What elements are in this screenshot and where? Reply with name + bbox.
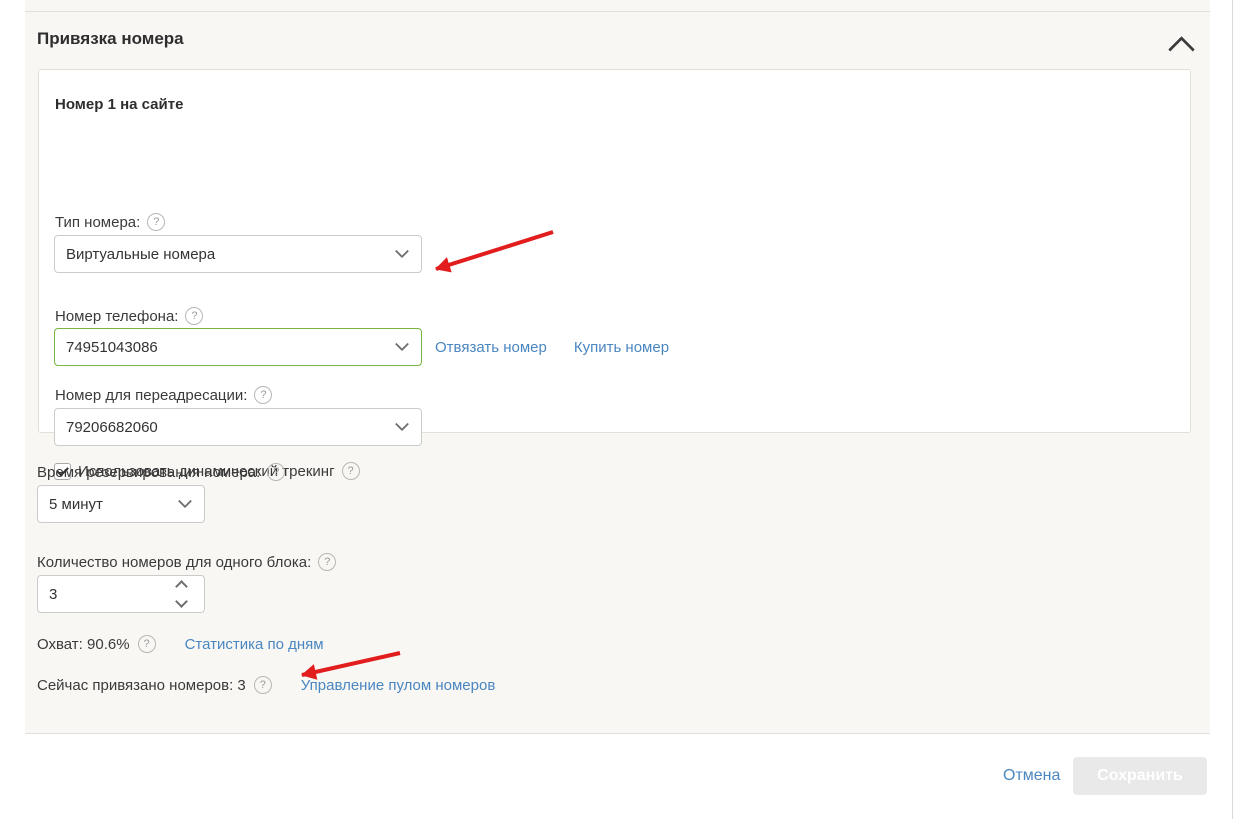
help-icon[interactable]: ? bbox=[147, 213, 166, 231]
reserve-time-label-row: Время резервирования номера: ? bbox=[37, 463, 286, 481]
card-title: Номер 1 на сайте bbox=[55, 96, 184, 113]
chevron-down-icon bbox=[394, 244, 410, 259]
section-title: Привязка номера bbox=[37, 29, 184, 48]
number-type-label-row: Тип номера: ? bbox=[55, 213, 166, 231]
phone-number-label: Номер телефона: bbox=[55, 307, 179, 325]
chevron-down-icon bbox=[177, 494, 193, 509]
forward-number-label: Номер для переадресации: bbox=[55, 386, 248, 404]
page: { "panel": { "title": "Привязка номера" … bbox=[0, 0, 1239, 819]
help-icon[interactable]: ? bbox=[267, 463, 286, 481]
number-type-label: Тип номера: bbox=[55, 213, 141, 231]
chevron-down-icon bbox=[394, 337, 410, 352]
reserve-time-select[interactable]: 5 минут bbox=[37, 485, 205, 523]
numbers-per-block-field bbox=[37, 575, 205, 613]
site-number-card: Номер 1 на сайте Тип номера: ? Виртуальн… bbox=[38, 69, 1191, 480]
stepper-down-icon[interactable] bbox=[174, 595, 188, 608]
phone-number-select[interactable]: 74951043086 bbox=[54, 328, 422, 366]
unbind-number-link[interactable]: Отвязать номер bbox=[435, 339, 547, 356]
forward-number-select[interactable]: 79206682060 bbox=[54, 408, 422, 446]
forward-number-label-row: Номер для переадресации: ? bbox=[55, 386, 273, 404]
previous-section-bottom bbox=[25, 0, 1210, 12]
help-icon[interactable]: ? bbox=[254, 386, 273, 404]
phone-number-value: 74951043086 bbox=[66, 338, 158, 356]
bound-numbers-row: Сейчас привязано номеров: 3 ? Управление… bbox=[37, 676, 495, 694]
numbers-per-block-label: Количество номеров для одного блока: bbox=[37, 553, 312, 571]
number-type-select[interactable]: Виртуальные номера bbox=[54, 235, 422, 273]
collapse-section-button[interactable] bbox=[1166, 36, 1196, 63]
coverage-label: Охват: 90.6% bbox=[37, 635, 130, 653]
chevron-down-icon bbox=[394, 417, 410, 432]
cancel-button[interactable]: Отмена bbox=[1003, 767, 1060, 785]
number-binding-section: Привязка номера Номер 1 на сайте Тип ном… bbox=[25, 12, 1210, 734]
help-icon[interactable]: ? bbox=[185, 307, 204, 325]
help-icon[interactable]: ? bbox=[137, 635, 156, 653]
reserve-time-value: 5 минут bbox=[49, 495, 103, 513]
daily-stats-link[interactable]: Статистика по дням bbox=[185, 636, 324, 653]
buy-number-link[interactable]: Купить номер bbox=[574, 339, 669, 356]
coverage-row: Охват: 90.6% ? Статистика по дням bbox=[37, 635, 324, 653]
phone-number-label-row: Номер телефона: ? bbox=[55, 307, 204, 325]
bound-numbers-label: Сейчас привязано номеров: 3 bbox=[37, 676, 246, 694]
numbers-per-block-label-row: Количество номеров для одного блока: ? bbox=[37, 553, 337, 571]
help-icon[interactable]: ? bbox=[253, 676, 272, 694]
page-right-divider bbox=[1232, 0, 1233, 819]
phone-number-row: 74951043086 Отвязать номер Купить номер bbox=[54, 328, 669, 366]
help-icon[interactable]: ? bbox=[341, 462, 360, 480]
number-stepper[interactable] bbox=[173, 580, 189, 608]
pool-management-link[interactable]: Управление пулом номеров bbox=[301, 677, 496, 694]
reserve-time-label: Время резервирования номера: bbox=[37, 463, 261, 481]
save-button[interactable]: Сохранить bbox=[1073, 757, 1207, 795]
chevron-up-icon bbox=[1167, 36, 1195, 63]
number-type-value: Виртуальные номера bbox=[66, 245, 216, 263]
stepper-up-icon[interactable] bbox=[174, 580, 188, 593]
help-icon[interactable]: ? bbox=[318, 553, 337, 571]
forward-number-value: 79206682060 bbox=[66, 418, 158, 436]
